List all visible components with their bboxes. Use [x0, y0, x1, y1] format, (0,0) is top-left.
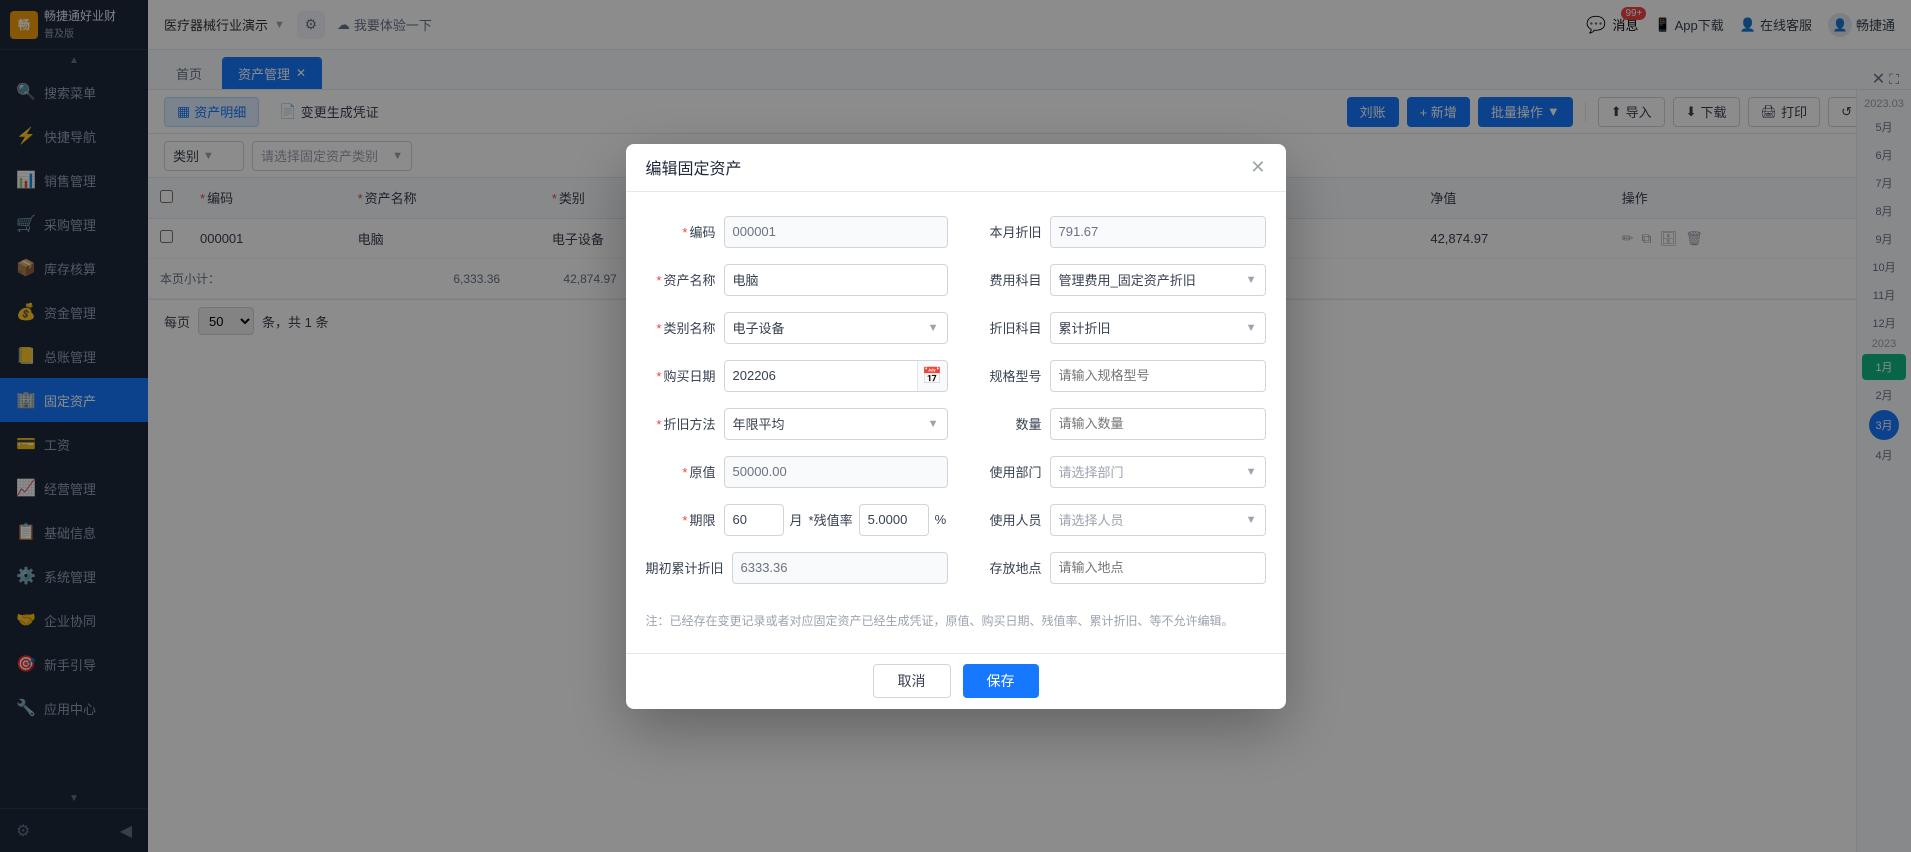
form-field-dep-subject: 折旧科目 累计折旧 ▼ — [972, 312, 1266, 344]
asset-name-label: *资产名称 — [646, 270, 716, 289]
expense-subject-dropdown-icon: ▼ — [1246, 274, 1257, 286]
category-dropdown-icon2: ▼ — [928, 322, 939, 334]
save-button[interactable]: 保存 — [963, 664, 1039, 698]
spec-label: 规格型号 — [972, 366, 1042, 385]
form-field-asset-name: *资产名称 — [646, 264, 948, 296]
form-field-accumulated-dep: 期初累计折旧 — [646, 552, 948, 584]
form-field-department: 使用部门 请选择部门 ▼ — [972, 456, 1266, 488]
modal-body: *编码 本月折旧 — [626, 192, 1286, 653]
monthly-dep-label: 本月折旧 — [972, 222, 1042, 241]
dep-method-select[interactable]: 年限平均 ▼ — [724, 408, 948, 440]
form-field-monthly-dep: 本月折旧 — [972, 216, 1266, 248]
expense-subject-label: 费用科目 — [972, 270, 1042, 289]
residual-unit-label: % — [935, 512, 947, 527]
period-unit-label: 月 — [790, 510, 803, 529]
accumulated-dep-label: 期初累计折旧 — [646, 558, 724, 577]
department-select[interactable]: 请选择部门 ▼ — [1050, 456, 1266, 488]
dep-subject-label: 折旧科目 — [972, 318, 1042, 337]
modal-footer: 取消 保存 — [626, 653, 1286, 709]
form-field-location: 存放地点 — [972, 552, 1266, 584]
purchase-date-label: *购买日期 — [646, 366, 716, 385]
category-name-label: *类别名称 — [646, 318, 716, 337]
modal-close-btn[interactable]: ✕ — [1250, 157, 1265, 178]
spec-input[interactable] — [1050, 360, 1266, 392]
form-field-original-value: *原值 — [646, 456, 948, 488]
quantity-label: 数量 — [972, 414, 1042, 433]
calendar-icon[interactable]: 📅 — [917, 361, 947, 391]
code-input[interactable] — [724, 216, 948, 248]
original-value-input[interactable] — [724, 456, 948, 488]
modal-title: 编辑固定资产 — [646, 155, 742, 179]
residual-rate-label: *残值率 — [809, 510, 853, 529]
form-field-dep-method: *折旧方法 年限平均 ▼ — [646, 408, 948, 440]
original-value-label: *原值 — [646, 462, 716, 481]
form-field-code: *编码 — [646, 216, 948, 248]
form-field-period-residual: *期限 月 *残值率 % — [646, 504, 948, 536]
dep-subject-select[interactable]: 累计折旧 ▼ — [1050, 312, 1266, 344]
user-label: 使用人员 — [972, 510, 1042, 529]
dep-subject-dropdown-icon: ▼ — [1246, 322, 1257, 334]
user-select[interactable]: 请选择人员 ▼ — [1050, 504, 1266, 536]
form-grid: *编码 本月折旧 — [646, 216, 1266, 629]
quantity-input[interactable] — [1050, 408, 1266, 440]
department-dropdown-icon: ▼ — [1246, 466, 1257, 478]
dep-method-dropdown-icon: ▼ — [928, 418, 939, 430]
user-dropdown-icon: ▼ — [1246, 514, 1257, 526]
dep-method-label: *折旧方法 — [646, 414, 716, 433]
location-input[interactable] — [1050, 552, 1266, 584]
form-field-purchase-date: *购买日期 📅 — [646, 360, 948, 392]
period-residual-row: 月 *残值率 % — [724, 504, 947, 536]
asset-name-input[interactable] — [724, 264, 948, 296]
code-label: *编码 — [646, 222, 716, 241]
residual-rate-input[interactable] — [859, 504, 929, 536]
location-label: 存放地点 — [972, 558, 1042, 577]
modal-overlay: 编辑固定资产 ✕ *编码 本月折旧 — [0, 0, 1911, 852]
category-select[interactable]: 电子设备 ▼ — [724, 312, 948, 344]
edit-asset-modal: 编辑固定资产 ✕ *编码 本月折旧 — [626, 144, 1286, 709]
purchase-date-input[interactable] — [725, 361, 917, 391]
form-field-spec: 规格型号 — [972, 360, 1266, 392]
period-input[interactable] — [724, 504, 784, 536]
form-field-category: *类别名称 电子设备 ▼ — [646, 312, 948, 344]
cancel-button[interactable]: 取消 — [873, 664, 951, 698]
expense-subject-select[interactable]: 管理费用_固定资产折旧 ▼ — [1050, 264, 1266, 296]
purchase-date-field: 📅 — [724, 360, 948, 392]
form-field-quantity: 数量 — [972, 408, 1266, 440]
monthly-dep-input — [1050, 216, 1266, 248]
form-note: 注：已经存在变更记录或者对应固定资产已经生成凭证，原值、购买日期、残值率、累计折… — [646, 600, 1266, 629]
period-label: *期限 — [646, 510, 716, 529]
form-field-user: 使用人员 请选择人员 ▼ — [972, 504, 1266, 536]
department-label: 使用部门 — [972, 462, 1042, 481]
modal-header: 编辑固定资产 ✕ — [626, 144, 1286, 192]
accumulated-dep-input — [732, 552, 948, 584]
form-field-expense-subject: 费用科目 管理费用_固定资产折旧 ▼ — [972, 264, 1266, 296]
